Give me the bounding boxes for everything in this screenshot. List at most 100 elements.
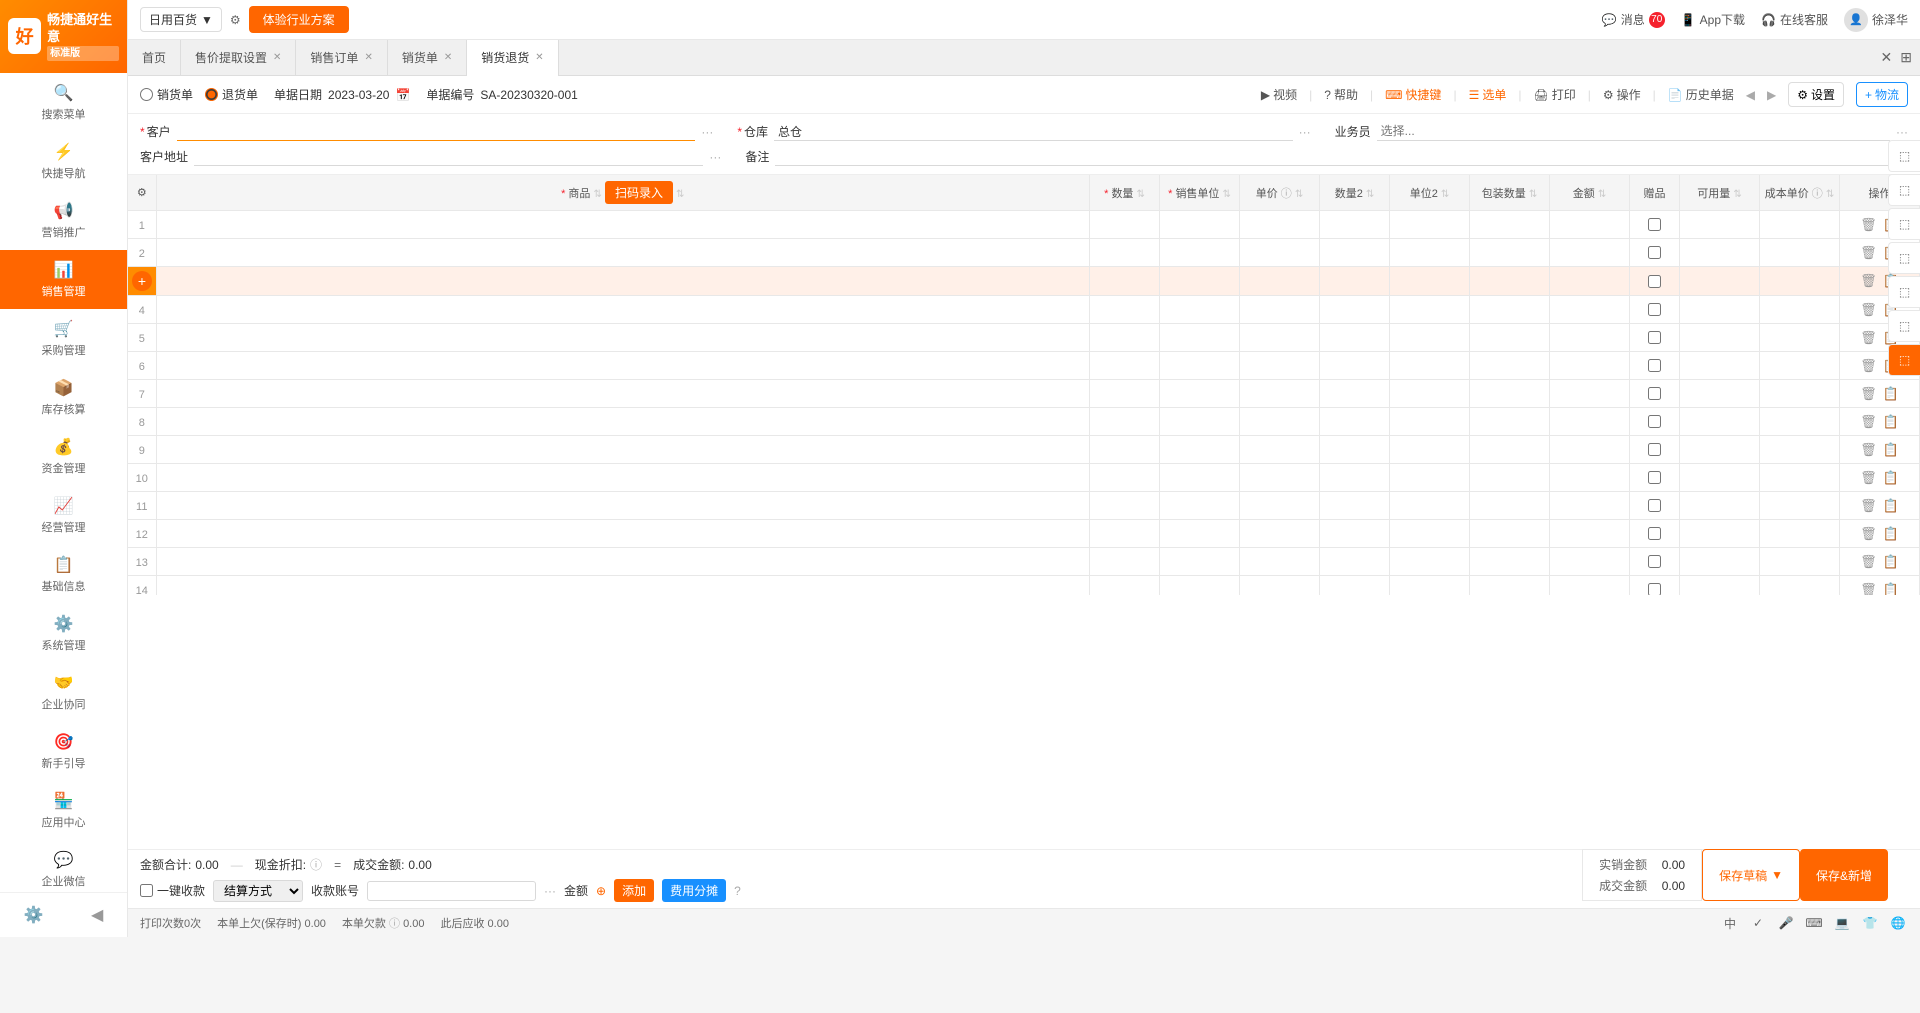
price-cell[interactable] [1240,267,1320,296]
amount-cell[interactable] [1550,352,1630,380]
qty2-cell[interactable] [1320,380,1390,408]
next-doc-icon[interactable]: ▶ [1767,88,1776,102]
delete-row-icon[interactable]: 🗑 [1860,414,1877,430]
price-cell[interactable] [1240,380,1320,408]
qty2-cell[interactable] [1320,324,1390,352]
settings-btn[interactable]: ⚙ 设置 [1788,82,1844,107]
available-cell[interactable] [1680,380,1760,408]
price-cell[interactable] [1240,576,1320,596]
gift-cell[interactable] [1630,239,1680,267]
cost-cell[interactable] [1760,464,1840,492]
unit-cell[interactable] [1160,380,1240,408]
available-cell[interactable] [1680,324,1760,352]
unit2-cell[interactable] [1390,520,1470,548]
gift-checkbox[interactable] [1648,499,1661,512]
unit2-cell[interactable] [1390,296,1470,324]
gift-cell[interactable] [1630,520,1680,548]
gift-cell[interactable] [1630,211,1680,239]
scan-btn[interactable]: 扫码录入 [605,181,673,204]
unit2-cell[interactable] [1390,380,1470,408]
sidebar-item-inventory[interactable]: 📦 库存核算 [0,368,127,427]
toolbar-shortcut[interactable]: ⌨ 快捷键 [1385,86,1441,103]
salesperson-dots[interactable]: ··· [1896,125,1908,139]
product-cell[interactable] [156,380,1090,408]
available-cell[interactable] [1680,239,1760,267]
unit-cell[interactable] [1160,520,1240,548]
copy-row-icon[interactable]: 📋 [1883,554,1899,570]
delete-row-icon[interactable]: 🗑 [1860,302,1877,318]
sidebar-item-finance[interactable]: 💰 资金管理 [0,427,127,486]
qty-cell[interactable] [1090,520,1160,548]
price-cell[interactable] [1240,492,1320,520]
sidebar-item-wechat[interactable]: 💬 企业微信 [0,840,127,892]
cost-cell[interactable] [1760,520,1840,548]
product-cell[interactable] [156,464,1090,492]
amount-cell[interactable] [1550,267,1630,296]
split-help-icon[interactable]: ? [734,884,741,898]
product-cell[interactable] [156,520,1090,548]
close-tab-icon[interactable]: ✕ [1881,49,1893,66]
qty-cell[interactable] [1090,380,1160,408]
calendar-icon[interactable]: 📅 [395,88,410,102]
gift-checkbox[interactable] [1648,303,1661,316]
salesperson-input[interactable] [1377,122,1890,141]
user-profile[interactable]: 👤 徐泽华 [1844,8,1908,32]
cost-cell[interactable] [1760,239,1840,267]
qty-cell[interactable] [1090,211,1160,239]
gift-cell[interactable] [1630,548,1680,576]
unit2-cell[interactable] [1390,324,1470,352]
product-cell[interactable] [156,408,1090,436]
gift-checkbox[interactable] [1648,443,1661,456]
note-input[interactable] [775,147,1908,166]
toolbar-video[interactable]: ▶ 视频 [1261,86,1297,103]
sidebar-item-appstore[interactable]: 🏪 应用中心 [0,781,127,840]
right-action-6[interactable]: ⬚ [1888,310,1920,342]
delete-row-icon[interactable]: 🗑 [1860,442,1877,458]
cost-cell[interactable] [1760,436,1840,464]
copy-row-icon[interactable]: 📋 [1883,582,1899,596]
industry-dropdown[interactable]: 日用百货 ▼ [140,7,222,32]
cost-cell[interactable] [1760,408,1840,436]
gift-cell[interactable] [1630,436,1680,464]
qty2-cell[interactable] [1320,408,1390,436]
sidebar-item-newguide[interactable]: 🎯 新手引导 [0,722,127,781]
delete-row-icon[interactable]: 🗑 [1860,526,1877,542]
amount-cell[interactable] [1550,324,1630,352]
unit2-cell[interactable] [1390,492,1470,520]
price-cell[interactable] [1240,464,1320,492]
available-cell[interactable] [1680,211,1760,239]
pkg-qty-cell[interactable] [1470,239,1550,267]
sidebar-item-system[interactable]: ⚙️ 系统管理 [0,604,127,663]
unit-cell[interactable] [1160,211,1240,239]
right-action-5[interactable]: ⬚ [1888,276,1920,308]
save-new-btn[interactable]: 保存&新增 [1800,849,1888,901]
tab-sales-shipment[interactable]: 销货单 ✕ [388,40,467,76]
qty2-cell[interactable] [1320,576,1390,596]
right-action-4[interactable]: ⬚ [1888,242,1920,274]
qty-cell[interactable] [1090,492,1160,520]
amount-cell[interactable] [1550,548,1630,576]
price-cell[interactable] [1240,211,1320,239]
available-cell[interactable] [1680,436,1760,464]
cost-cell[interactable] [1760,296,1840,324]
sidebar-item-sales[interactable]: 📊 销售管理 [0,250,127,309]
save-draft-btn[interactable]: 保存草稿 ▼ [1702,849,1800,901]
trial-btn[interactable]: 体验行业方案 [249,6,349,33]
sidebar-item-basic[interactable]: 📋 基础信息 [0,545,127,604]
cost-cell[interactable] [1760,380,1840,408]
message-btn[interactable]: 💬 消息 70 [1602,11,1665,28]
product-cell[interactable] [156,267,1090,296]
customer-service-btn[interactable]: 🎧 在线客服 [1761,11,1828,28]
qty-cell[interactable] [1090,239,1160,267]
unit-cell[interactable] [1160,352,1240,380]
sidebar-settings-btn[interactable]: ⚙️ [16,901,52,929]
unit-cell[interactable] [1160,464,1240,492]
tab-close-sales-return[interactable]: ✕ [535,52,543,63]
maximize-tab-icon[interactable]: ⊞ [1900,49,1912,66]
pkg-qty-cell[interactable] [1470,352,1550,380]
unit2-cell[interactable] [1390,436,1470,464]
pkg-qty-cell[interactable] [1470,576,1550,596]
radio-shipment[interactable]: 销货单 [140,86,193,103]
price-cell[interactable] [1240,436,1320,464]
unit2-cell[interactable] [1390,548,1470,576]
